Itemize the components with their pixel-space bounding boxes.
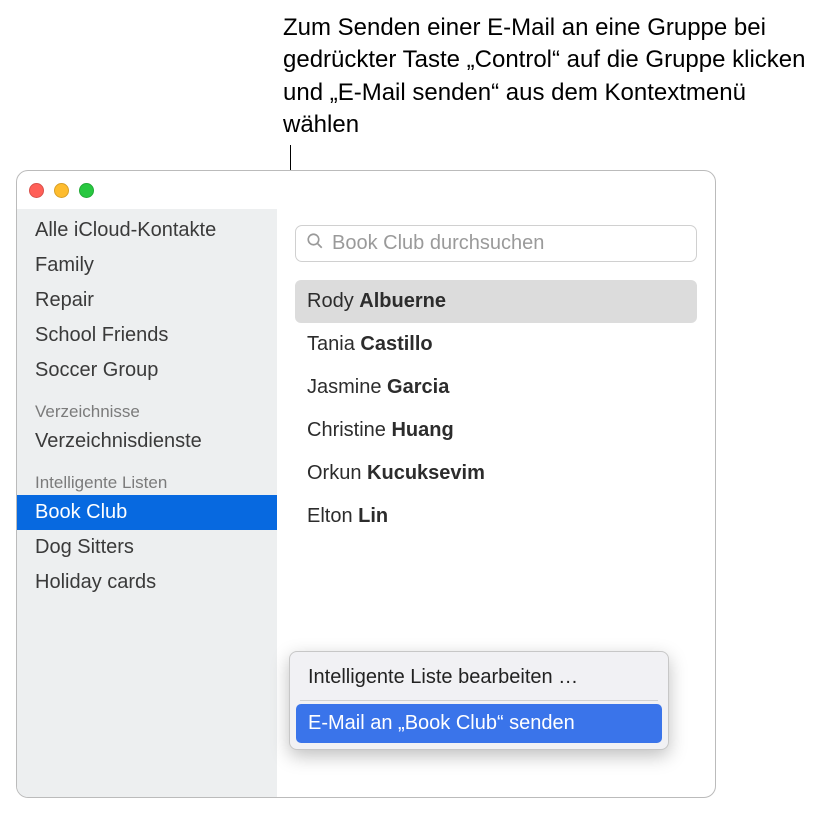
sidebar-header-smart: Intelligente Listen — [25, 459, 269, 495]
menu-separator — [300, 700, 658, 701]
contact-row[interactable]: Elton Lin — [295, 495, 697, 538]
sidebar-item-group[interactable]: Alle iCloud-Kontakte — [25, 213, 269, 248]
contact-row[interactable]: Tania Castillo — [295, 323, 697, 366]
sidebar-item-group[interactable]: Soccer Group — [25, 353, 269, 388]
contact-list: Rody AlbuerneTania CastilloJasmine Garci… — [295, 280, 697, 538]
contact-last: Castillo — [360, 333, 432, 355]
contact-last: Albuerne — [359, 290, 446, 312]
contact-first: Tania — [307, 333, 355, 355]
sidebar-item-directory[interactable]: Verzeichnisdienste — [25, 424, 269, 459]
sidebar-item-group[interactable]: Repair — [25, 283, 269, 318]
contact-row[interactable]: Orkun Kucuksevim — [295, 452, 697, 495]
sidebar-header-directories: Verzeichnisse — [25, 388, 269, 424]
menu-edit-smart-list[interactable]: Intelligente Liste bearbeiten … — [296, 658, 662, 697]
sidebar-item-group[interactable]: Family — [25, 248, 269, 283]
contact-row[interactable]: Rody Albuerne — [295, 280, 697, 323]
callout-text: Zum Senden einer E-Mail an eine Gruppe b… — [283, 12, 823, 142]
search-icon — [306, 232, 324, 255]
sidebar-item-smart-list[interactable]: Book Club — [17, 495, 277, 530]
window-minimize-button[interactable] — [54, 183, 69, 198]
menu-email-group[interactable]: E-Mail an „Book Club“ senden — [296, 704, 662, 743]
search-input[interactable] — [332, 232, 686, 255]
contact-first: Jasmine — [307, 376, 381, 398]
contact-row[interactable]: Jasmine Garcia — [295, 366, 697, 409]
search-field[interactable] — [295, 225, 697, 262]
contact-first: Orkun — [307, 462, 361, 484]
window-close-button[interactable] — [29, 183, 44, 198]
sidebar-item-smart-list[interactable]: Dog Sitters — [25, 530, 269, 565]
contact-row[interactable]: Christine Huang — [295, 409, 697, 452]
contact-last: Garcia — [387, 376, 449, 398]
sidebar: Alle iCloud-KontakteFamilyRepairSchool F… — [17, 209, 277, 797]
sidebar-item-group[interactable]: School Friends — [25, 318, 269, 353]
contact-last: Kucuksevim — [367, 462, 485, 484]
contacts-window: Alle iCloud-KontakteFamilyRepairSchool F… — [16, 170, 716, 798]
window-titlebar — [17, 171, 715, 209]
contact-last: Lin — [358, 505, 388, 527]
context-menu: Intelligente Liste bearbeiten … E-Mail a… — [289, 651, 669, 750]
contact-first: Rody — [307, 290, 354, 312]
contact-last: Huang — [391, 419, 453, 441]
sidebar-item-smart-list[interactable]: Holiday cards — [25, 565, 269, 600]
window-zoom-button[interactable] — [79, 183, 94, 198]
contact-first: Elton — [307, 505, 353, 527]
contact-first: Christine — [307, 419, 386, 441]
